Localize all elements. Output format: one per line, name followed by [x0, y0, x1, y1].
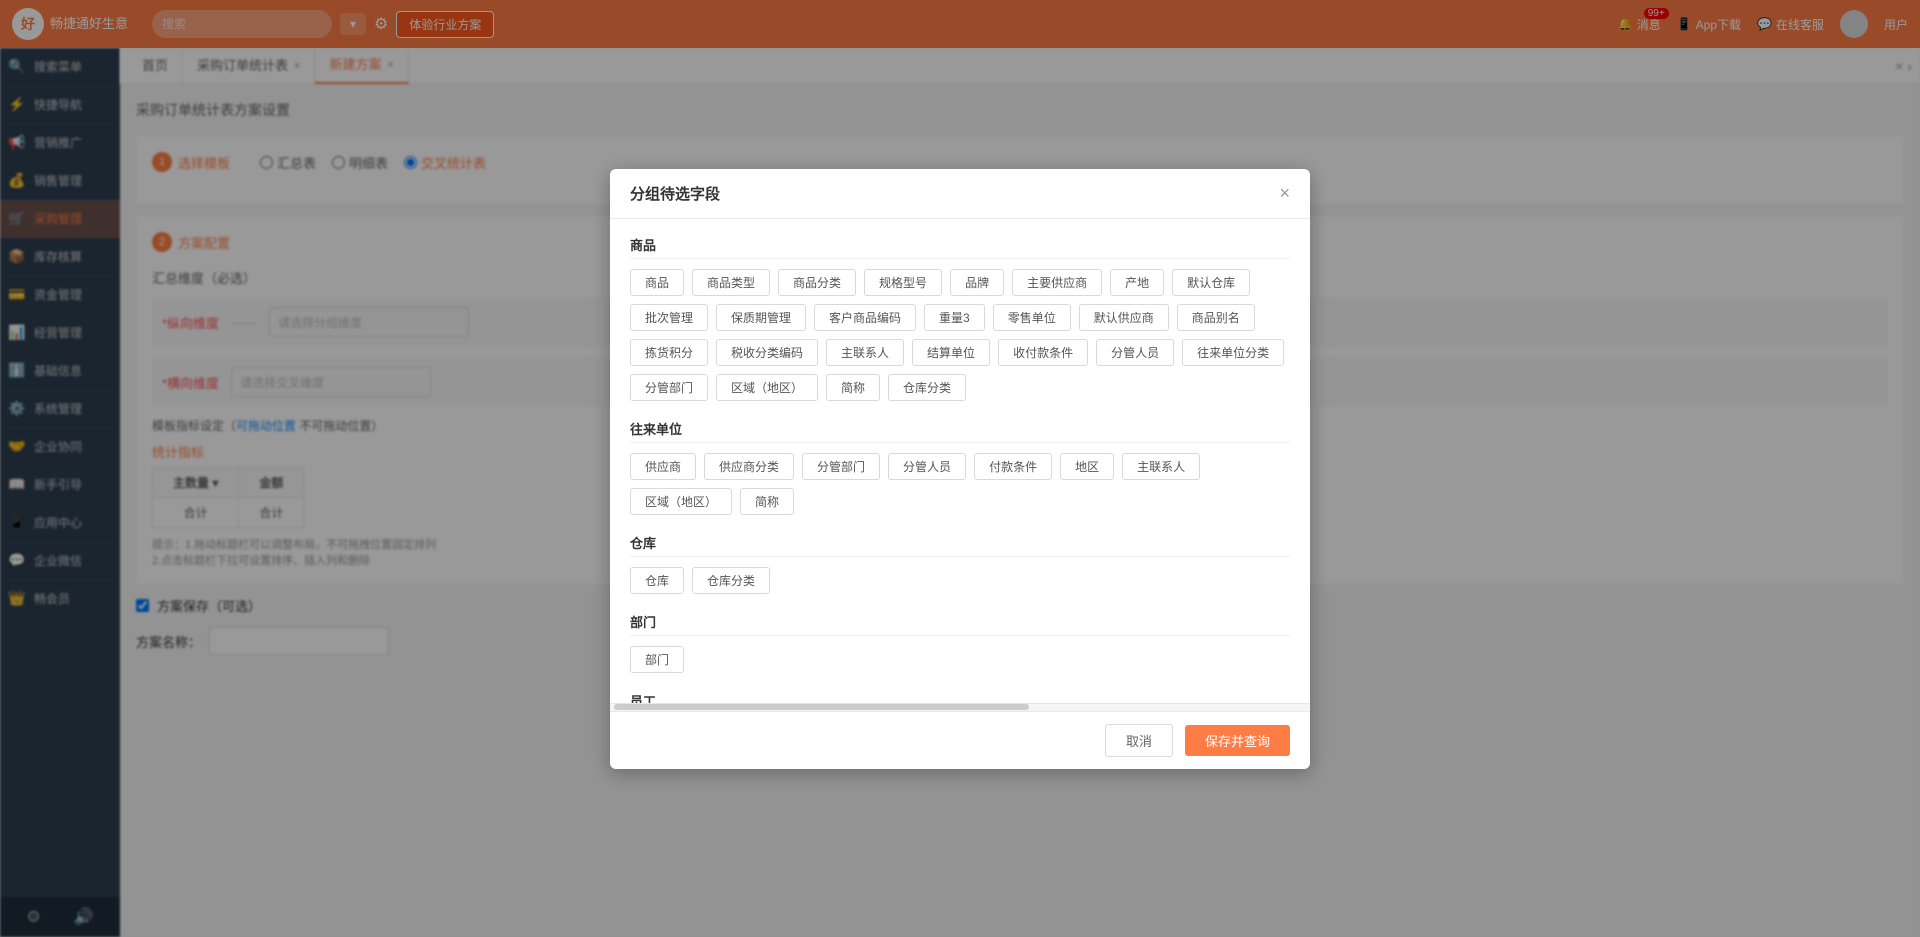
modal-hscroll[interactable] — [610, 703, 1310, 710]
section-goods-title: 商品 — [630, 235, 1290, 259]
field-tag[interactable]: 默认仓库 — [1172, 269, 1250, 296]
field-tag[interactable]: 简称 — [740, 488, 794, 515]
field-tag[interactable]: 品牌 — [950, 269, 1004, 296]
field-tag[interactable]: 分管人员 — [888, 453, 966, 480]
section-contacts: 往来单位 供应商 供应商分类 分管部门 分管人员 付款条件 地区 主联系人 区域… — [630, 419, 1290, 515]
field-tag[interactable]: 供应商分类 — [704, 453, 794, 480]
section-goods: 商品 商品 商品类型 商品分类 规格型号 品牌 主要供应商 产地 默认仓库 批次… — [630, 235, 1290, 401]
field-tag[interactable]: 区域（地区） — [716, 374, 818, 401]
field-tag[interactable]: 产地 — [1110, 269, 1164, 296]
field-select-modal: 分组待选字段 × 商品 商品 商品类型 商品分类 规格型号 品牌 主要供应商 产… — [610, 169, 1310, 769]
field-tag[interactable]: 地区 — [1060, 453, 1114, 480]
field-tag[interactable]: 拣货积分 — [630, 339, 708, 366]
field-tag[interactable]: 部门 — [630, 646, 684, 673]
section-contacts-fields: 供应商 供应商分类 分管部门 分管人员 付款条件 地区 主联系人 区域（地区） … — [630, 453, 1290, 515]
field-tag[interactable]: 付款条件 — [974, 453, 1052, 480]
field-tag[interactable]: 简称 — [826, 374, 880, 401]
field-tag[interactable]: 仓库分类 — [692, 567, 770, 594]
field-tag[interactable]: 分管人员 — [1096, 339, 1174, 366]
field-tag[interactable]: 保质期管理 — [716, 304, 806, 331]
section-goods-fields: 商品 商品类型 商品分类 规格型号 品牌 主要供应商 产地 默认仓库 批次管理 … — [630, 269, 1290, 401]
modal-title: 分组待选字段 — [630, 183, 720, 204]
field-tag[interactable]: 往来单位分类 — [1182, 339, 1284, 366]
field-tag[interactable]: 商品类型 — [692, 269, 770, 296]
section-employee: 员工 业务员 — [630, 691, 1290, 704]
field-tag[interactable]: 商品别名 — [1177, 304, 1255, 331]
field-tag[interactable]: 税收分类编码 — [716, 339, 818, 366]
field-tag[interactable]: 供应商 — [630, 453, 696, 480]
field-tag[interactable]: 重量3 — [924, 304, 985, 331]
section-dept-fields: 部门 — [630, 646, 1290, 673]
section-employee-title: 员工 — [630, 691, 1290, 704]
section-contacts-title: 往来单位 — [630, 419, 1290, 443]
field-tag[interactable]: 仓库 — [630, 567, 684, 594]
cancel-button[interactable]: 取消 — [1105, 724, 1173, 757]
field-tag[interactable]: 默认供应商 — [1079, 304, 1169, 331]
section-warehouse: 仓库 仓库 仓库分类 — [630, 533, 1290, 594]
field-tag[interactable]: 客户商品编码 — [814, 304, 916, 331]
modal-overlay: 分组待选字段 × 商品 商品 商品类型 商品分类 规格型号 品牌 主要供应商 产… — [0, 0, 1920, 937]
section-warehouse-title: 仓库 — [630, 533, 1290, 557]
confirm-button[interactable]: 保存并查询 — [1185, 725, 1290, 756]
field-tag[interactable]: 批次管理 — [630, 304, 708, 331]
field-tag[interactable]: 分管部门 — [630, 374, 708, 401]
modal-close-button[interactable]: × — [1279, 184, 1290, 202]
field-tag[interactable]: 零售单位 — [993, 304, 1071, 331]
field-tag[interactable]: 主联系人 — [1122, 453, 1200, 480]
field-tag[interactable]: 主联系人 — [826, 339, 904, 366]
modal-footer: 取消 保存并查询 — [610, 711, 1310, 769]
field-tag[interactable]: 收付款条件 — [998, 339, 1088, 366]
field-tag[interactable]: 商品分类 — [778, 269, 856, 296]
field-tag[interactable]: 商品 — [630, 269, 684, 296]
field-tag[interactable]: 区域（地区） — [630, 488, 732, 515]
section-dept: 部门 部门 — [630, 612, 1290, 673]
field-tag[interactable]: 结算单位 — [912, 339, 990, 366]
field-tag[interactable]: 主要供应商 — [1012, 269, 1102, 296]
modal-header: 分组待选字段 × — [610, 169, 1310, 219]
field-tag[interactable]: 分管部门 — [802, 453, 880, 480]
section-warehouse-fields: 仓库 仓库分类 — [630, 567, 1290, 594]
field-tag[interactable]: 规格型号 — [864, 269, 942, 296]
field-tag[interactable]: 仓库分类 — [888, 374, 966, 401]
section-dept-title: 部门 — [630, 612, 1290, 636]
modal-body: 商品 商品 商品类型 商品分类 规格型号 品牌 主要供应商 产地 默认仓库 批次… — [610, 219, 1310, 704]
